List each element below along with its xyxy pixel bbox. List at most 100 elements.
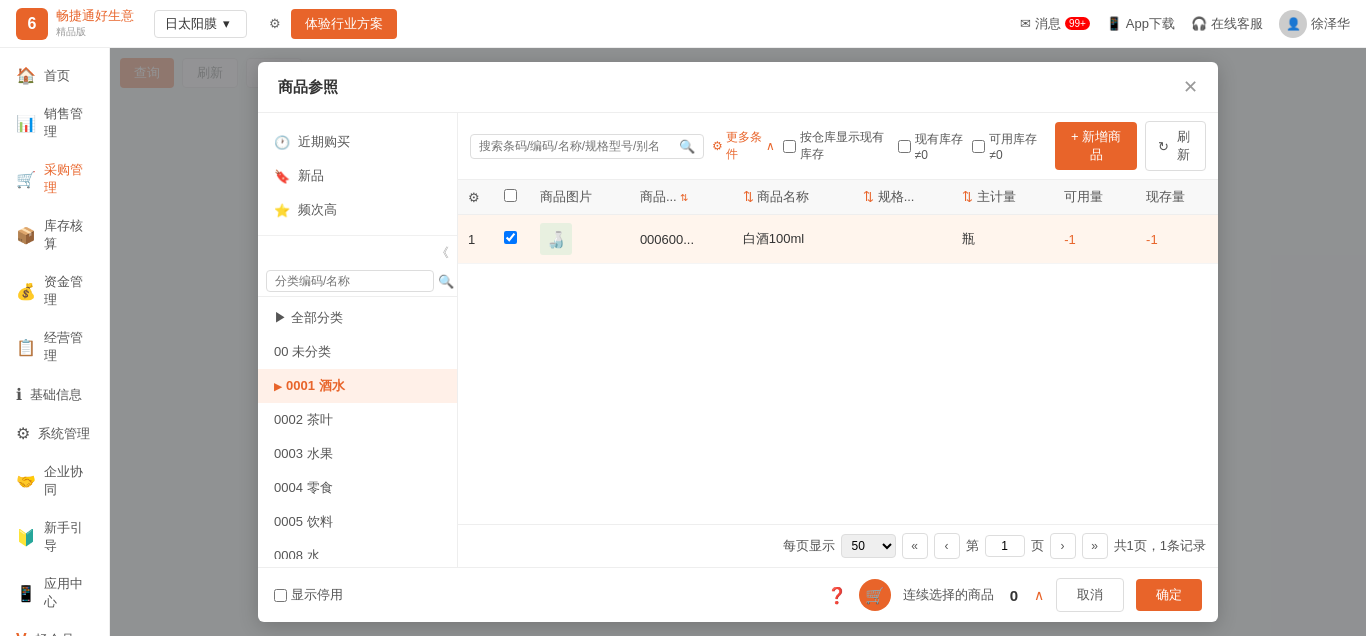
settings-icon[interactable]: ⚙ bbox=[259, 8, 291, 40]
enterprise-icon: 🤝 bbox=[16, 472, 36, 491]
checkbox-stock-input[interactable] bbox=[898, 140, 911, 153]
recent-icon: 🕐 bbox=[274, 135, 290, 150]
quick-frequent[interactable]: ⭐ 频次高 bbox=[258, 193, 457, 227]
sidebar-item-inventory[interactable]: 📦 库存核算 bbox=[0, 207, 109, 263]
experience-btn[interactable]: 体验行业方案 bbox=[291, 9, 397, 39]
search-classify-icon[interactable]: 🔍 bbox=[438, 274, 454, 289]
category-4[interactable]: 0004 零食 bbox=[258, 471, 457, 505]
modal-title: 商品参照 bbox=[278, 78, 338, 97]
col-name[interactable]: ⇅ 商品名称 bbox=[733, 180, 853, 215]
sidebar-item-home[interactable]: 🏠 首页 bbox=[0, 56, 109, 95]
product-thumbnail: 🍶 bbox=[540, 223, 572, 255]
quick-new[interactable]: 🔖 新品 bbox=[258, 159, 457, 193]
logo-name: 畅捷通好生意 bbox=[56, 8, 134, 25]
col-image: 商品图片 bbox=[530, 180, 630, 215]
page-last-btn[interactable]: » bbox=[1082, 533, 1108, 559]
user-menu[interactable]: 👤 徐泽华 bbox=[1279, 10, 1350, 38]
purchase-icon: 🛒 bbox=[16, 170, 36, 189]
modal-right-panel: 🔍 ⚙ 更多条件 ∧ 按仓库显示现有库存 bbox=[458, 113, 1218, 567]
col-settings[interactable]: ⚙ bbox=[458, 180, 494, 215]
message-badge: 99+ bbox=[1065, 17, 1090, 30]
classify-search-area: 🔍 bbox=[258, 266, 457, 297]
page-input[interactable] bbox=[985, 535, 1025, 557]
quick-access: 🕐 近期购买 🔖 新品 ⭐ 频次高 bbox=[258, 121, 457, 231]
confirm-btn[interactable]: 确定 bbox=[1136, 579, 1202, 611]
collapse-btn[interactable]: 《 bbox=[428, 240, 457, 266]
sidebar-item-purchase[interactable]: 🛒 采购管理 bbox=[0, 151, 109, 207]
add-product-btn[interactable]: + 新增商品 bbox=[1055, 122, 1137, 170]
category-2[interactable]: 0002 茶叶 bbox=[258, 403, 457, 437]
page-prev-btn[interactable]: ‹ bbox=[934, 533, 960, 559]
sidebar-item-finance[interactable]: 💰 资金管理 bbox=[0, 263, 109, 319]
close-icon[interactable]: ✕ bbox=[1183, 76, 1198, 98]
checkbox-available-input[interactable] bbox=[972, 140, 985, 153]
sidebar-item-sales[interactable]: 📊 销售管理 bbox=[0, 95, 109, 151]
modal-header: 商品参照 ✕ bbox=[258, 62, 1218, 113]
cancel-btn[interactable]: 取消 bbox=[1056, 578, 1124, 612]
checkbox-warehouse-input[interactable] bbox=[783, 140, 796, 153]
logo-sub: 精品版 bbox=[56, 25, 134, 39]
category-list: ▶ 全部分类 00 未分类 ▶ 0001 酒水 0002 bbox=[258, 297, 457, 559]
category-6-label: 0008 水 bbox=[274, 548, 320, 559]
filter-label: 更多条件 bbox=[726, 129, 763, 163]
row-checkbox[interactable] bbox=[494, 215, 530, 264]
row-index: 1 bbox=[458, 215, 494, 264]
checkbox-warehouse[interactable]: 按仓库显示现有库存 bbox=[783, 129, 890, 163]
collapse-panel-icon[interactable]: ∧ bbox=[1034, 587, 1044, 603]
row-available: -1 bbox=[1054, 215, 1136, 264]
col-checkbox[interactable] bbox=[494, 180, 530, 215]
sidebar-item-apps[interactable]: 📱 应用中心 bbox=[0, 565, 109, 621]
nav-right: ✉ 消息 99+ 📱 App下载 🎧 在线客服 👤 徐泽华 bbox=[1020, 10, 1350, 38]
sidebar-item-enterprise[interactable]: 🤝 企业协同 bbox=[0, 453, 109, 509]
product-search-input[interactable] bbox=[479, 139, 679, 153]
quick-recent[interactable]: 🕐 近期购买 bbox=[258, 125, 457, 159]
col-spec[interactable]: ⇅ 规格... bbox=[853, 180, 952, 215]
sidebar-item-guide[interactable]: 🔰 新手引导 bbox=[0, 509, 109, 565]
per-page-select[interactable]: 50 100 200 bbox=[841, 534, 896, 558]
guide-icon: 🔰 bbox=[16, 528, 36, 547]
category-6[interactable]: 0008 水 bbox=[258, 539, 457, 559]
sidebar-item-basic[interactable]: ℹ 基础信息 bbox=[0, 375, 109, 414]
col-code[interactable]: 商品... ⇅ bbox=[630, 180, 733, 215]
sidebar-item-management[interactable]: 📋 经营管理 bbox=[0, 319, 109, 375]
service-btn[interactable]: 🎧 在线客服 bbox=[1191, 15, 1263, 33]
category-1[interactable]: ▶ 0001 酒水 bbox=[258, 369, 457, 403]
finance-icon: 💰 bbox=[16, 282, 36, 301]
sidebar-item-member[interactable]: V 畅会员 bbox=[0, 621, 109, 636]
classify-search-input[interactable] bbox=[266, 270, 434, 292]
show-disabled-label[interactable]: 显示停用 bbox=[274, 586, 343, 604]
select-all-checkbox[interactable] bbox=[504, 189, 517, 202]
table-row[interactable]: 1 🍶 000600... 白酒100ml bbox=[458, 215, 1218, 264]
modal-toolbar: 🔍 ⚙ 更多条件 ∧ 按仓库显示现有库存 bbox=[458, 113, 1218, 180]
checkbox-available[interactable]: 可用库存≠0 bbox=[972, 131, 1039, 162]
sidebar-label-guide: 新手引导 bbox=[44, 519, 93, 555]
page-label: 第 bbox=[966, 537, 979, 555]
page-next-btn[interactable]: › bbox=[1050, 533, 1076, 559]
search-btn[interactable]: 🔍 bbox=[679, 139, 695, 154]
table-header-row: ⚙ 商品图片 商品... ⇅ ⇅ bbox=[458, 180, 1218, 215]
message-btn[interactable]: ✉ 消息 99+ bbox=[1020, 15, 1090, 33]
category-0[interactable]: 00 未分类 bbox=[258, 335, 457, 369]
management-icon: 📋 bbox=[16, 338, 36, 357]
row-name: 白酒100ml bbox=[733, 215, 853, 264]
category-5[interactable]: 0005 饮料 bbox=[258, 505, 457, 539]
page-first-btn[interactable]: « bbox=[902, 533, 928, 559]
page-suffix: 页 bbox=[1031, 537, 1044, 555]
category-all[interactable]: ▶ 全部分类 bbox=[258, 301, 457, 335]
apps-icon: 📱 bbox=[16, 584, 36, 603]
show-disabled-checkbox[interactable] bbox=[274, 589, 287, 602]
refresh-btn[interactable]: ↻ 刷新 bbox=[1145, 121, 1206, 171]
category-3[interactable]: 0003 水果 bbox=[258, 437, 457, 471]
checkbox-stock[interactable]: 现有库存≠0 bbox=[898, 131, 965, 162]
service-label: 在线客服 bbox=[1211, 15, 1263, 33]
sidebar-item-system[interactable]: ⚙ 系统管理 bbox=[0, 414, 109, 453]
sidebar: 🏠 首页 📊 销售管理 🛒 采购管理 📦 库存核算 💰 资金管理 📋 经营管理 … bbox=[0, 48, 110, 636]
cart-icon-btn[interactable]: 🛒 bbox=[859, 579, 891, 611]
store-selector[interactable]: 日太阳膜 ▾ bbox=[154, 10, 247, 38]
help-icon[interactable]: ❓ bbox=[827, 586, 847, 605]
app-download-btn[interactable]: 📱 App下载 bbox=[1106, 15, 1175, 33]
col-unit[interactable]: ⇅ 主计量 bbox=[952, 180, 1054, 215]
username: 徐泽华 bbox=[1311, 15, 1350, 33]
filter-btn[interactable]: ⚙ 更多条件 ∧ bbox=[712, 129, 775, 163]
category-1-label: 0001 酒水 bbox=[286, 377, 345, 395]
